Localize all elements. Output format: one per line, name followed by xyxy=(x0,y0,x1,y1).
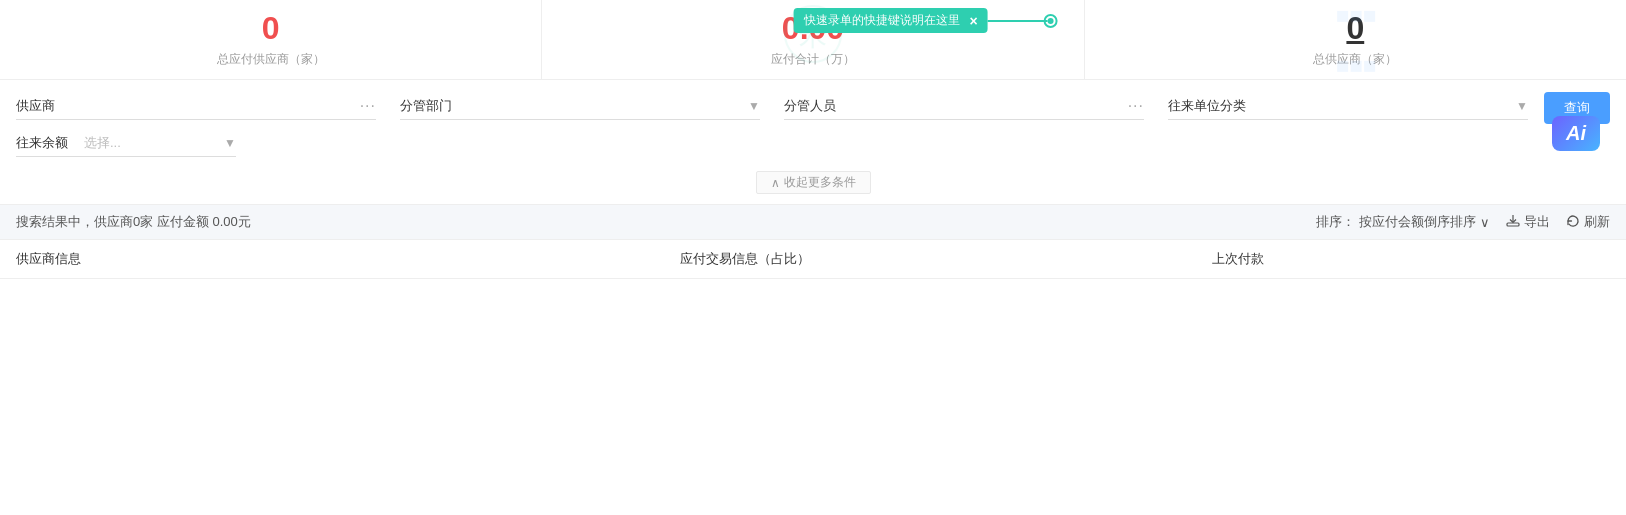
supplier-input[interactable] xyxy=(63,98,360,113)
balance-placeholder: 选择... xyxy=(84,134,224,152)
filter-manager: 分管人员 ··· xyxy=(784,97,1144,120)
refresh-button[interactable]: 刷新 xyxy=(1566,213,1610,231)
category-input[interactable] xyxy=(1254,98,1516,113)
filter-category: 往来单位分类 ▼ xyxy=(1168,97,1528,120)
manager-input-wrap: ··· xyxy=(844,97,1144,115)
filter-department: 分管部门 ▼ xyxy=(400,97,760,120)
export-label: 导出 xyxy=(1524,213,1550,231)
department-chevron[interactable]: ▼ xyxy=(748,99,760,113)
sort-select[interactable]: 排序： 按应付会额倒序排序 ∨ xyxy=(1316,213,1490,231)
filter-row-1: 供应商 ··· 分管部门 ▼ 分管人员 ··· 往来单位分类 xyxy=(16,92,1610,124)
export-button[interactable]: 导出 xyxy=(1506,213,1550,231)
department-input-wrap: ▼ xyxy=(460,98,760,113)
stats-bar: 0 总应付供应商（家） 米 快速录单的快捷键说明在这里 × 0.00 应付合计（… xyxy=(0,0,1626,80)
refresh-icon xyxy=(1566,214,1580,231)
filter-bar: 供应商 ··· 分管部门 ▼ 分管人员 ··· 往来单位分类 xyxy=(0,80,1626,205)
balance-chevron[interactable]: ▼ xyxy=(224,136,236,150)
tooltip-text: 快速录单的快捷键说明在这里 xyxy=(804,12,960,29)
supplier-dots[interactable]: ··· xyxy=(360,97,376,115)
stat-number-payable-suppliers: 0 xyxy=(262,11,280,46)
tooltip-close-button[interactable]: × xyxy=(970,13,978,29)
col-header-lastpay: 上次付款 xyxy=(1212,250,1611,268)
filter-row-2: 往来余额 选择... ▼ xyxy=(16,134,1610,157)
sort-value: 按应付会额倒序排序 xyxy=(1359,213,1476,231)
result-actions: 排序： 按应付会额倒序排序 ∨ 导出 刷新 xyxy=(1316,213,1610,231)
col-header-transaction: 应付交易信息（占比） xyxy=(680,250,1211,268)
stat-bg-blocks-icon: ▪▪▪▪▪▪ xyxy=(1335,0,1376,90)
collapse-bar: ∧ 收起更多条件 xyxy=(16,165,1610,204)
collapse-icon: ∧ xyxy=(771,176,780,190)
supplier-filter-label: 供应商 xyxy=(16,97,55,115)
department-filter-label: 分管部门 xyxy=(400,97,452,115)
col-header-supplier: 供应商信息 xyxy=(16,250,680,268)
stat-label-payable-suppliers: 总应付供应商（家） xyxy=(217,51,325,68)
stat-payable-total: 米 快速录单的快捷键说明在这里 × 0.00 应付合计（万） xyxy=(542,0,1084,79)
sort-chevron: ∨ xyxy=(1480,215,1490,230)
table-body xyxy=(0,279,1626,515)
export-icon xyxy=(1506,214,1520,231)
category-chevron[interactable]: ▼ xyxy=(1516,99,1528,113)
stat-total-payable-suppliers: 0 总应付供应商（家） xyxy=(0,0,542,79)
filter-supplier: 供应商 ··· xyxy=(16,97,376,120)
tooltip-bubble: 快速录单的快捷键说明在这里 × xyxy=(794,8,988,33)
table-header: 供应商信息 应付交易信息（占比） 上次付款 xyxy=(0,240,1626,279)
result-info: 搜索结果中，供应商0家 应付金额 0.00元 xyxy=(16,213,251,231)
category-filter-label: 往来单位分类 xyxy=(1168,97,1246,115)
category-input-wrap: ▼ xyxy=(1254,98,1528,113)
balance-filter-label: 往来余额 xyxy=(16,134,68,152)
result-bar: 搜索结果中，供应商0家 应付金额 0.00元 排序： 按应付会额倒序排序 ∨ 导… xyxy=(0,205,1626,240)
collapse-button[interactable]: ∧ 收起更多条件 xyxy=(756,171,871,194)
manager-dots[interactable]: ··· xyxy=(1128,97,1144,115)
tooltip-dot xyxy=(1046,16,1056,26)
department-input[interactable] xyxy=(460,98,748,113)
supplier-input-wrap: ··· xyxy=(63,97,376,115)
manager-input[interactable] xyxy=(844,98,1128,113)
svg-rect-2 xyxy=(1507,223,1519,226)
sort-label: 排序： xyxy=(1316,213,1355,231)
ai-corner-label[interactable]: Ai xyxy=(1552,116,1600,151)
refresh-label: 刷新 xyxy=(1584,213,1610,231)
manager-filter-label: 分管人员 xyxy=(784,97,836,115)
stat-total-suppliers: ▪▪▪▪▪▪ 0 总供应商（家） xyxy=(1085,0,1626,79)
collapse-text: 收起更多条件 xyxy=(784,174,856,191)
